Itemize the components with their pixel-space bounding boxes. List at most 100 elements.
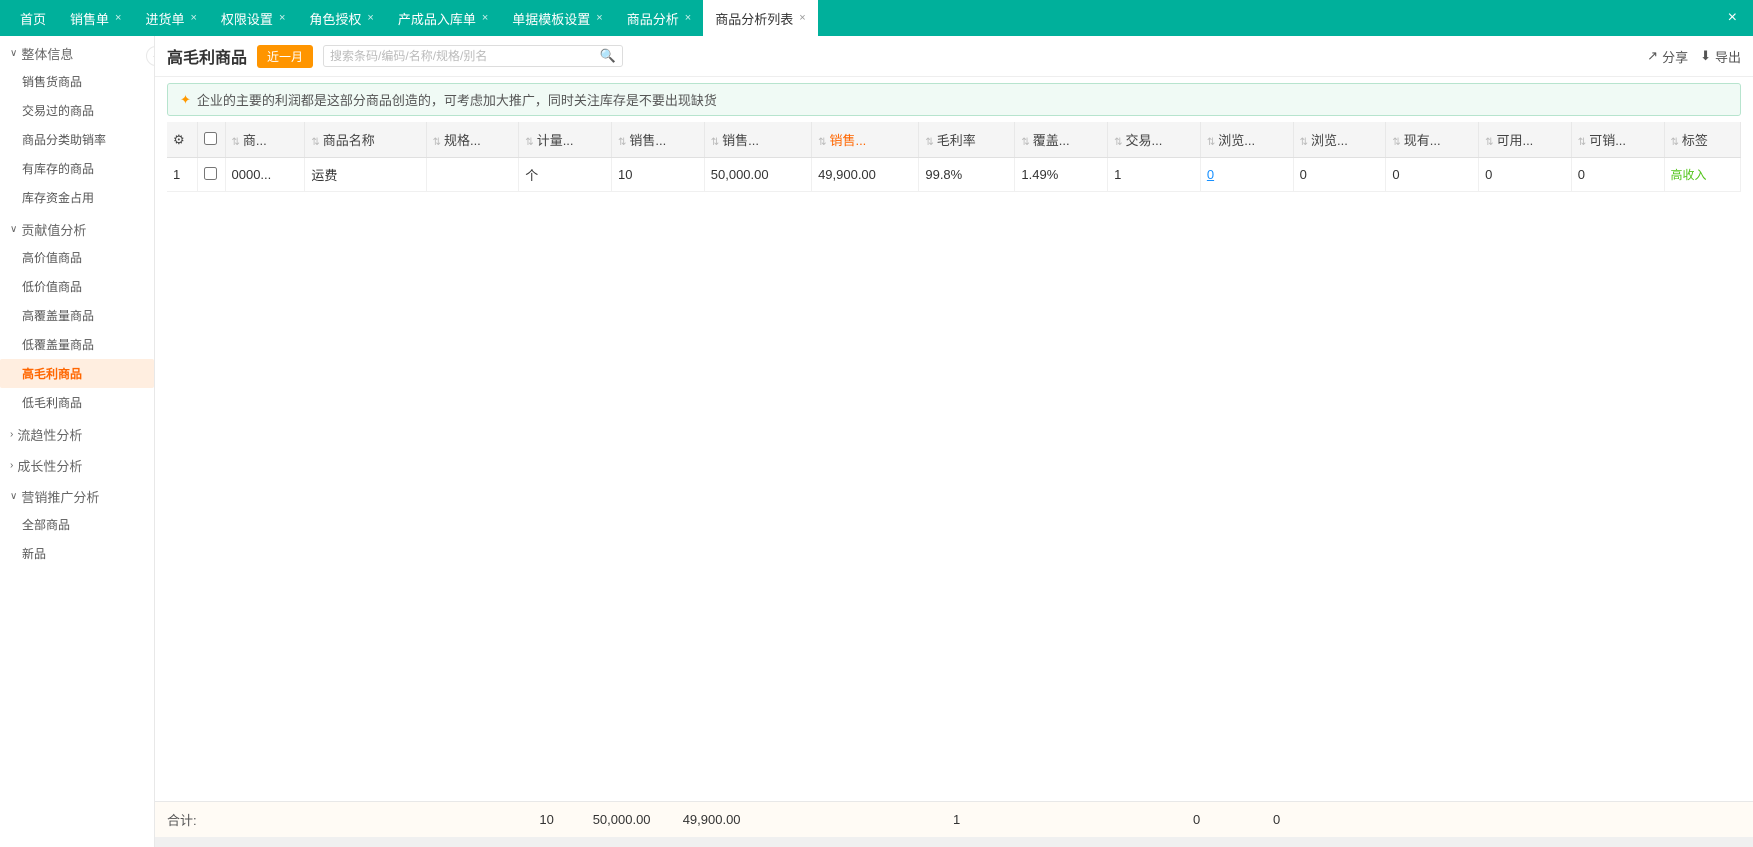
sidebar-item-high-coverage[interactable]: 高覆盖量商品 [0,301,154,330]
footer-spacer4 [1077,812,1157,827]
col-available: ⇅可用... [1479,122,1572,158]
cell-tag: 高收入 [1664,158,1740,192]
close-icon[interactable]: × [596,12,602,24]
sidebar-item-all-goods[interactable]: 全部商品 [0,510,154,539]
col-saleable: ⇅可销... [1571,122,1664,158]
notice-bar: ✦ 企业的主要的利润都是这部分商品创造的，可考虑加大推广，同时关注库存是不要出现… [167,83,1741,116]
close-icon[interactable]: × [685,12,691,24]
footer-summary: 合计: 10 50,000.00 49,900.00 1 0 0 [155,801,1753,837]
sidebar-group-contribution[interactable]: ∨ 贡献值分析 [0,212,154,243]
sidebar-group-marketing[interactable]: ∨ 营销推广分析 [0,479,154,510]
close-icon[interactable]: × [482,12,488,24]
cell-coverage: 1.49% [1015,158,1108,192]
close-icon[interactable]: × [367,12,373,24]
sidebar-item-new-goods[interactable]: 新品 [0,539,154,568]
sidebar-item-in-stock-goods[interactable]: 有库存的商品 [0,154,154,183]
col-tag: ⇅标签 [1664,122,1740,158]
col-product-name: ⇅商品名称 [305,122,426,158]
nav-role-auth[interactable]: 角色授权 × [297,0,385,36]
sidebar-item-low-value[interactable]: 低价值商品 [0,272,154,301]
col-settings[interactable]: ⚙ [167,122,197,158]
export-button[interactable]: ⬇ 导出 [1700,47,1741,66]
export-icon: ⬇ [1700,48,1711,64]
sidebar-item-low-margin[interactable]: 低毛利商品 [0,388,154,417]
sidebar-group-overall[interactable]: ∨ 整体信息 [0,36,154,67]
share-icon: ↗ [1647,48,1658,64]
col-coverage: ⇅覆盖... [1015,122,1108,158]
page-title: 高毛利商品 [167,44,247,68]
close-icon[interactable]: × [799,12,805,24]
cell-browse1: 0 [1200,158,1293,192]
footer-spacer2 [757,812,917,827]
cell-checkbox [197,158,225,192]
cell-unit: 个 [519,158,612,192]
cell-current: 0 [1386,158,1479,192]
browse-link[interactable]: 0 [1207,167,1214,182]
cell-browse2: 0 [1293,158,1386,192]
filter-period-button[interactable]: 近一月 [257,45,313,68]
footer-current: 0 [1157,812,1237,827]
nav-product-analysis-list[interactable]: 商品分析列表 × [703,0,817,36]
nav-sales[interactable]: 销售单 × [58,0,133,36]
sidebar-item-category-sales-rate[interactable]: 商品分类助销率 [0,125,154,154]
col-spec: ⇅规格... [426,122,519,158]
notice-icon: ✦ [180,92,191,108]
col-browse1: ⇅浏览... [1200,122,1293,158]
row-checkbox[interactable] [204,167,217,180]
col-transaction: ⇅交易... [1108,122,1201,158]
search-icon[interactable]: 🔍 [600,48,616,64]
col-browse2: ⇅浏览... [1293,122,1386,158]
settings-icon: ⚙ [173,132,185,147]
cell-saleable: 0 [1571,158,1664,192]
sidebar-item-inventory-capital[interactable]: 库存资金占用 [0,183,154,212]
table-container: ⚙ ⇅商... ⇅商品名称 ⇅规格... ⇅计量... ⇅销售... ⇅销售..… [155,122,1753,801]
cell-spec [426,158,519,192]
col-sales1: ⇅销售... [612,122,705,158]
close-icon[interactable]: × [190,12,196,24]
top-navigation: 首页 销售单 × 进货单 × 权限设置 × 角色授权 × 产成品入库单 × 单据… [0,0,1753,36]
footer-values: 10 50,000.00 49,900.00 1 0 0 [217,812,1741,827]
chevron-right-icon: › [10,460,13,471]
share-button[interactable]: ↗ 分享 [1647,47,1688,66]
cell-sales1: 10 [612,158,705,192]
col-gross-rate: ⇅毛利率 [919,122,1015,158]
footer-sales1: 10 [517,812,577,827]
search-input[interactable] [330,49,596,63]
close-icon[interactable]: × [279,12,285,24]
nav-purchase[interactable]: 进货单 × [133,0,208,36]
nav-product-inbound[interactable]: 产成品入库单 × [386,0,500,36]
window-close-button[interactable]: × [1720,9,1745,27]
sidebar: « ∨ 整体信息 销售货商品 交易过的商品 商品分类助销率 有库存的商品 库存资… [0,36,155,847]
select-all-checkbox[interactable] [204,132,217,145]
nav-home[interactable]: 首页 [8,0,58,36]
sidebar-group-growth[interactable]: › 成长性分析 [0,448,154,479]
nav-product-analysis[interactable]: 商品分析 × [615,0,703,36]
sidebar-group-trend[interactable]: › 流趋性分析 [0,417,154,448]
horizontal-scrollbar[interactable] [155,837,1753,847]
footer-transaction: 1 [917,812,997,827]
nav-template-settings[interactable]: 单据模板设置 × [500,0,614,36]
sidebar-item-low-coverage[interactable]: 低覆盖量商品 [0,330,154,359]
footer-sales2: 50,000.00 [577,812,667,827]
close-icon[interactable]: × [115,12,121,24]
chevron-down-icon: ∨ [10,224,17,235]
col-checkbox [197,122,225,158]
chevron-right-icon: › [10,429,13,440]
col-sales3: ⇅销售... [812,122,919,158]
col-unit: ⇅计量... [519,122,612,158]
nav-permission-settings[interactable]: 权限设置 × [209,0,297,36]
sidebar-item-sales-goods[interactable]: 销售货商品 [0,67,154,96]
footer-spacer3 [997,812,1077,827]
header-actions: ↗ 分享 ⬇ 导出 [1647,47,1741,66]
footer-label: 合计: [167,810,197,829]
cell-name: 运费 [305,158,426,192]
col-code: ⇅商... [225,122,305,158]
cell-transaction: 1 [1108,158,1201,192]
cell-gross-rate: 99.8% [919,158,1015,192]
sidebar-item-high-value[interactable]: 高价值商品 [0,243,154,272]
sidebar-item-traded-goods[interactable]: 交易过的商品 [0,96,154,125]
cell-available: 0 [1479,158,1572,192]
sidebar-item-high-margin[interactable]: 高毛利商品 [0,359,154,388]
footer-spacer [217,812,517,827]
data-table: ⚙ ⇅商... ⇅商品名称 ⇅规格... ⇅计量... ⇅销售... ⇅销售..… [167,122,1741,192]
